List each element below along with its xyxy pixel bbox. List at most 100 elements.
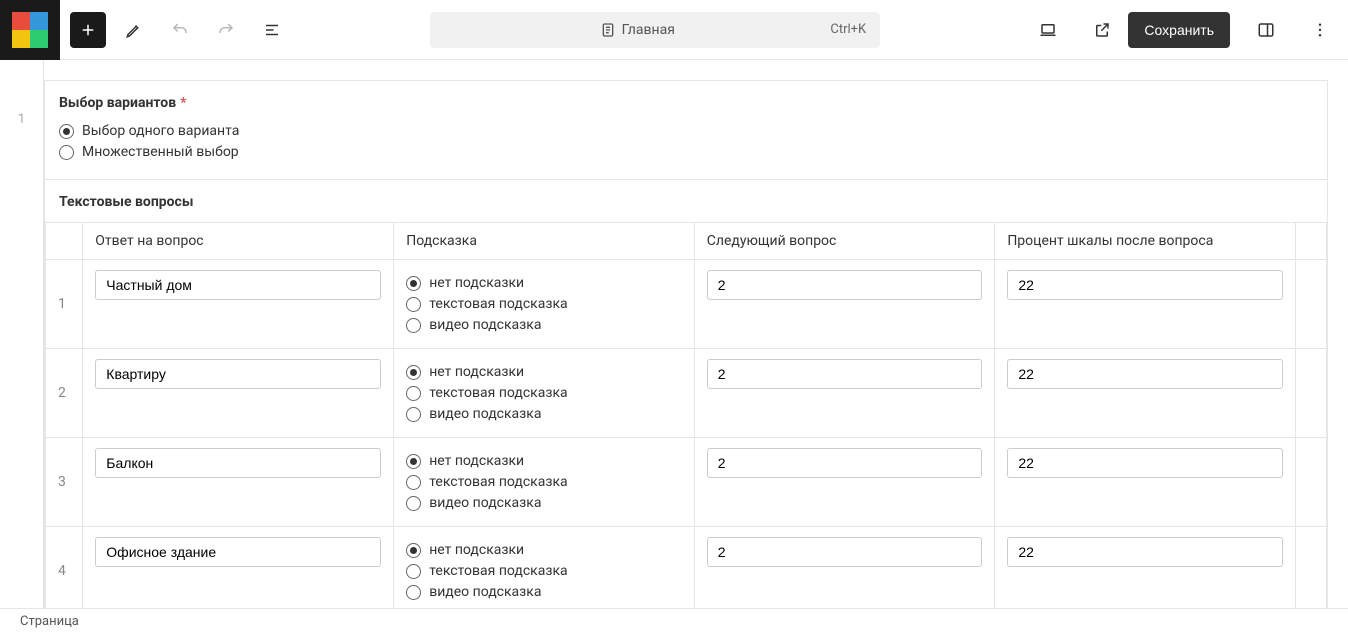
hint-option-label: видео подсказка: [429, 584, 541, 600]
radio-icon: [406, 407, 421, 422]
radio-icon: [406, 454, 421, 469]
hint-option[interactable]: текстовая подсказка: [406, 563, 682, 579]
puzzle-icon: [12, 12, 48, 48]
hint-option[interactable]: видео подсказка: [406, 584, 682, 600]
section-choice-mode: Выбор вариантов* Выбор одного вариантаМн…: [45, 81, 1327, 180]
radio-icon: [406, 585, 421, 600]
edit-button[interactable]: [116, 12, 152, 48]
hint-option-label: видео подсказка: [429, 406, 541, 422]
canvas[interactable]: Выбор вариантов* Выбор одного вариантаМн…: [44, 60, 1348, 608]
row-number: 2: [46, 349, 83, 438]
radio-icon: [59, 145, 74, 160]
save-button[interactable]: Сохранить: [1128, 12, 1230, 48]
hint-option[interactable]: текстовая подсказка: [406, 296, 682, 312]
table-row: 2 нет подсказки текстовая подсказка видео п…: [46, 349, 1327, 438]
add-button[interactable]: [70, 12, 106, 48]
hint-option[interactable]: видео подсказка: [406, 317, 682, 333]
device-preview-button[interactable]: [1030, 12, 1066, 48]
answer-input[interactable]: [95, 270, 381, 300]
percent-input[interactable]: [1007, 448, 1283, 478]
hint-option[interactable]: нет подсказки: [406, 453, 682, 469]
table-row: 4нет подсказкитекстовая подсказкавидео п…: [46, 527, 1327, 609]
row-actions: [1295, 349, 1326, 438]
open-external-button[interactable]: [1084, 12, 1120, 48]
redo-button[interactable]: [208, 12, 244, 48]
page-gutter: 1: [0, 60, 44, 608]
answer-input[interactable]: [95, 448, 381, 478]
statusbar-page-label: Страница: [20, 614, 79, 629]
page: Выбор вариантов* Выбор одного вариантаМн…: [44, 80, 1328, 608]
radio-icon: [406, 276, 421, 291]
next-question-input[interactable]: [707, 448, 983, 478]
section-text-questions: Текстовые вопросы Ответ на вопрос Подска…: [45, 180, 1327, 608]
table-row: 3 нет подсказки текстовая подсказка видео п…: [46, 438, 1327, 527]
more-button[interactable]: [1302, 12, 1338, 48]
option-label: Выбор одного варианта: [82, 123, 239, 139]
column-header-actions: [1295, 223, 1326, 260]
radio-icon: [406, 475, 421, 490]
next-question-input[interactable]: [707, 359, 983, 389]
command-bar-shortcut: Ctrl+K: [830, 22, 866, 37]
column-header-percent: Процент шкалы после вопроса: [995, 223, 1296, 260]
indent-icon: [263, 21, 281, 39]
choice-mode-option[interactable]: Выбор одного варианта: [59, 123, 1327, 139]
radio-icon: [406, 297, 421, 312]
table-row: 1 нет подсказки текстовая подсказка видео п…: [46, 260, 1327, 349]
hint-option-label: нет подсказки: [429, 542, 524, 558]
hint-option[interactable]: нет подсказки: [406, 364, 682, 380]
command-bar-title: Главная: [622, 22, 675, 38]
hint-option[interactable]: видео подсказка: [406, 406, 682, 422]
next-question-input[interactable]: [707, 537, 983, 567]
external-link-icon: [1093, 21, 1111, 39]
hint-option-label: нет подсказки: [429, 275, 524, 291]
percent-input[interactable]: [1007, 270, 1283, 300]
radio-icon: [406, 365, 421, 380]
undo-icon: [171, 21, 189, 39]
redo-icon: [217, 21, 235, 39]
hint-option-label: текстовая подсказка: [429, 385, 567, 401]
page-number: 1: [0, 112, 43, 127]
sidebar-icon: [1257, 21, 1275, 39]
laptop-icon: [1039, 21, 1057, 39]
app-logo[interactable]: [0, 0, 60, 60]
row-actions: [1295, 527, 1326, 609]
hint-option[interactable]: текстовая подсказка: [406, 474, 682, 490]
topbar: Главная Ctrl+K Сохранить: [0, 0, 1348, 60]
answer-input[interactable]: [95, 537, 381, 567]
next-question-input[interactable]: [707, 270, 983, 300]
page-icon: [600, 22, 616, 38]
command-bar[interactable]: Главная Ctrl+K: [430, 12, 880, 48]
dots-vertical-icon: [1311, 21, 1329, 39]
undo-button[interactable]: [162, 12, 198, 48]
column-header-next: Следующий вопрос: [694, 223, 995, 260]
hint-option[interactable]: текстовая подсказка: [406, 385, 682, 401]
answer-input[interactable]: [95, 359, 381, 389]
option-label: Множественный выбор: [82, 144, 239, 160]
hint-option[interactable]: нет подсказки: [406, 542, 682, 558]
plus-icon: [79, 21, 97, 39]
hint-option-label: видео подсказка: [429, 317, 541, 333]
hint-option-label: видео подсказка: [429, 495, 541, 511]
topbar-center: Главная Ctrl+K: [290, 12, 1020, 48]
column-header-hint: Подсказка: [394, 223, 695, 260]
row-number: 1: [46, 260, 83, 349]
radio-icon: [406, 496, 421, 511]
hint-option-label: нет подсказки: [429, 364, 524, 380]
required-star-icon: *: [180, 95, 186, 111]
hint-option[interactable]: видео подсказка: [406, 495, 682, 511]
percent-input[interactable]: [1007, 359, 1283, 389]
hint-option-label: текстовая подсказка: [429, 563, 567, 579]
column-header-answer: Ответ на вопрос: [83, 223, 394, 260]
column-header-rownum: [46, 223, 83, 260]
indent-button[interactable]: [254, 12, 290, 48]
questions-table: Ответ на вопрос Подсказка Следующий вопр…: [45, 222, 1327, 608]
radio-icon: [59, 124, 74, 139]
percent-input[interactable]: [1007, 537, 1283, 567]
pencil-icon: [125, 21, 143, 39]
workspace: 1 Выбор вариантов* Выбор одного варианта…: [0, 60, 1348, 608]
choice-mode-option[interactable]: Множественный выбор: [59, 144, 1327, 160]
hint-option[interactable]: нет подсказки: [406, 275, 682, 291]
row-number: 3: [46, 438, 83, 527]
hint-option-label: нет подсказки: [429, 453, 524, 469]
panel-toggle-button[interactable]: [1248, 12, 1284, 48]
